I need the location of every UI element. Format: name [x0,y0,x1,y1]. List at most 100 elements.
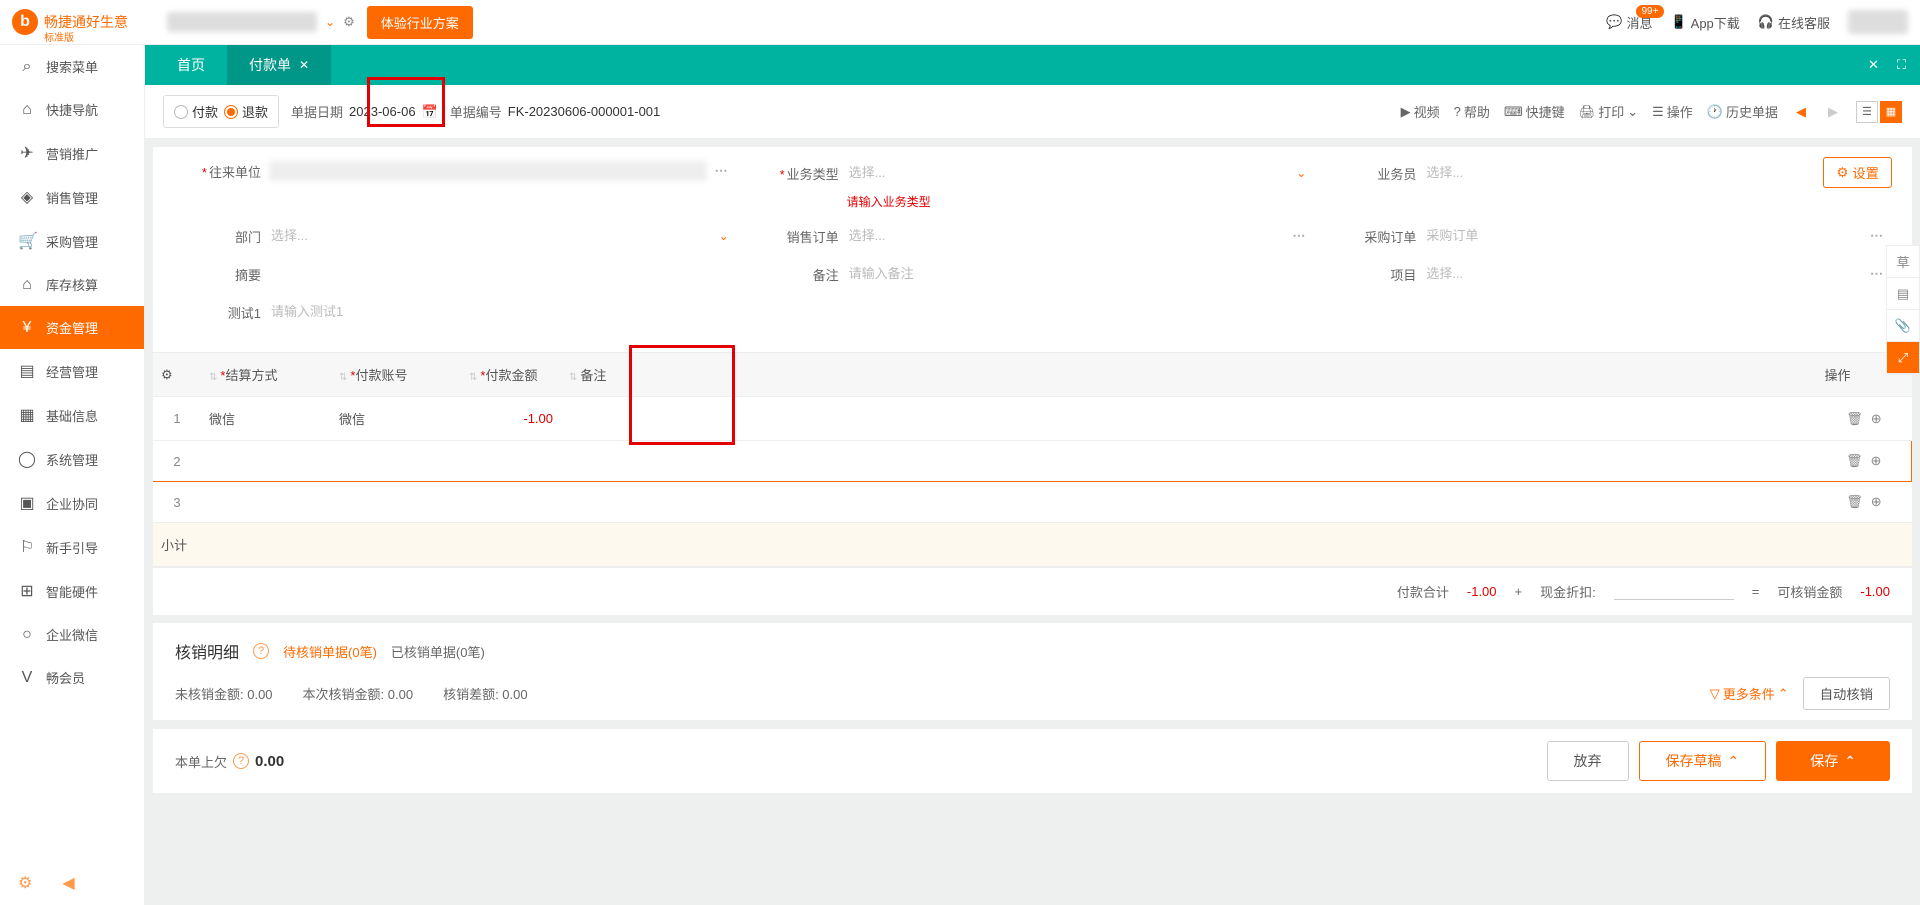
chevron-down-icon[interactable]: ⌄ [325,15,335,29]
gear-icon[interactable]: ⚙ [343,14,355,30]
add-icon[interactable]: ⊕ [1871,453,1882,468]
radio-payment[interactable]: 付款 [174,102,218,121]
radio-refund[interactable]: 退款 [224,102,268,121]
sidebar-item-member[interactable]: V畅会员 [0,656,144,699]
more-icon[interactable]: ⋯ [1292,228,1306,244]
delete-icon[interactable]: 🗑 [1846,453,1863,468]
settings-button[interactable]: ⚙设置 [1823,157,1892,188]
remark-input[interactable] [847,262,1307,286]
purchaseorder-input[interactable] [1424,224,1862,248]
card-view-icon[interactable]: ▦ [1880,101,1902,123]
th-account[interactable]: ⇅*付款账号 [331,353,461,397]
delete-icon[interactable]: 🗑 [1846,411,1863,426]
done-tab[interactable]: 已核销单据(0笔) [391,642,485,661]
unit-input-blurred[interactable] [269,161,707,181]
collapse-icon[interactable]: ◀ [62,873,74,893]
sidebar-item-wechat[interactable]: ○企业微信 [0,613,144,656]
save-button[interactable]: 保存⌃ [1776,741,1890,781]
sidebar-item-operations[interactable]: ▤经营管理 [0,349,144,393]
template-icon[interactable]: ▤ [1887,278,1919,310]
cell-method[interactable]: 微信 [201,397,331,441]
list-view-icon[interactable]: ☰ [1856,101,1878,123]
print-link[interactable]: 🖨打印⌄ [1579,102,1638,121]
sidebar-item-hardware[interactable]: ⊞智能硬件 [0,569,144,613]
prev-icon[interactable]: ◀ [1792,104,1810,120]
cell-account[interactable] [331,441,461,482]
th-amount[interactable]: ⇅*付款金额 [461,353,561,397]
video-link[interactable]: ▶视频 [1401,102,1440,121]
close-all-icon[interactable]: ✕ [1864,53,1883,77]
info-icon[interactable]: ? [253,643,269,659]
sidebar-item-purchase[interactable]: 🛒采购管理 [0,219,144,263]
auto-writeoff-button[interactable]: 自动核销 [1803,677,1890,710]
chevron-down-icon[interactable]: ⌄ [719,229,729,243]
cell-method[interactable] [201,482,331,523]
cell-remark[interactable] [561,397,1817,441]
sidebar-item-search[interactable]: ⌕搜索菜单 [0,45,144,88]
app-download-link[interactable]: 📱 App下载 [1670,13,1739,32]
discard-button[interactable]: 放弃 [1547,741,1629,781]
project-input[interactable] [1424,262,1862,286]
shortcut-link[interactable]: ⌨快捷键 [1504,102,1565,121]
salesorder-input[interactable] [847,224,1285,248]
user-avatar-blurred[interactable] [1848,10,1908,34]
online-service-link[interactable]: 🎧 在线客服 [1758,13,1830,32]
test1-input[interactable] [269,300,743,324]
sidebar-item-quicknav[interactable]: ⌂快捷导航 [0,88,144,131]
draft-icon[interactable]: 草 [1887,246,1919,278]
sidebar-item-system[interactable]: ◯系统管理 [0,437,144,481]
tab-home[interactable]: 首页 [155,45,227,85]
history-link[interactable]: 🕐历史单据 [1707,102,1778,121]
sidebar-item-marketing[interactable]: ✈营销推广 [0,131,144,175]
more-icon[interactable]: ⋯ [1870,266,1884,282]
dept-input[interactable] [269,224,711,248]
close-icon[interactable]: ✕ [299,58,309,72]
chevron-down-icon[interactable]: ⌄ [1296,166,1306,180]
sidebar-item-sales[interactable]: ◈销售管理 [0,175,144,219]
messages-link[interactable]: 💬 消息 99+ [1606,13,1652,32]
company-selector[interactable]: ⌄ ⚙ [167,12,355,32]
cell-amount[interactable] [461,482,561,523]
cell-amount[interactable]: -1.00 [461,397,561,441]
table-row[interactable]: 3 🗑⊕ [153,482,1912,523]
add-icon[interactable]: ⊕ [1871,411,1882,426]
delete-icon[interactable]: 🗑 [1846,494,1863,509]
cell-remark[interactable] [561,482,1817,523]
operate-link[interactable]: ☰操作 [1652,102,1693,121]
sidebar-item-inventory[interactable]: ⌂库存核算 [0,263,144,306]
tab-payment[interactable]: 付款单 ✕ [227,45,331,85]
biztype-input[interactable] [847,161,1289,185]
cell-method[interactable] [201,441,331,482]
cell-account[interactable] [331,482,461,523]
sidebar-item-collab[interactable]: ▣企业协同 [0,481,144,525]
add-icon[interactable]: ⊕ [1871,494,1882,509]
save-draft-button[interactable]: 保存草稿⌃ [1639,741,1767,781]
cell-account[interactable]: 微信 [331,397,461,441]
table-row[interactable]: 2 🗑⊕ [153,441,1912,482]
table-row[interactable]: 1 微信 微信 -1.00 🗑⊕ [153,397,1912,441]
help-link[interactable]: ?帮助 [1454,102,1490,121]
sidebar-item-newbie[interactable]: ⚐新手引导 [0,525,144,569]
th-gear[interactable]: ⚙ [153,353,201,397]
fullscreen-icon[interactable]: ⛶ [1893,53,1910,77]
pending-tab[interactable]: 待核销单据(0笔) [283,642,377,661]
bizperson-input[interactable] [1424,161,1862,185]
th-remark[interactable]: ⇅备注 [561,353,1817,397]
cell-remark[interactable] [561,441,1817,482]
expand-icon[interactable]: ⤢ [1887,342,1919,374]
summary-input[interactable] [269,262,729,286]
sidebar-item-finance[interactable]: ¥资金管理 [0,306,144,349]
cell-amount[interactable] [461,441,561,482]
date-value[interactable]: 2023-06-06 [349,104,416,119]
experience-button[interactable]: 体验行业方案 [367,6,473,39]
th-method[interactable]: ⇅*结算方式 [201,353,331,397]
more-conditions-link[interactable]: ▽更多条件⌃ [1710,684,1789,703]
calendar-icon[interactable]: 📅 [422,104,438,120]
settings-icon[interactable]: ⚙ [18,873,32,893]
info-icon[interactable]: ? [233,753,249,769]
next-icon[interactable]: ▶ [1824,104,1842,120]
sidebar-item-basic[interactable]: ▦基础信息 [0,393,144,437]
cash-discount-input[interactable] [1614,584,1734,600]
attachment-icon[interactable]: 📎 [1887,310,1919,342]
more-icon[interactable]: ⋯ [1870,228,1884,244]
